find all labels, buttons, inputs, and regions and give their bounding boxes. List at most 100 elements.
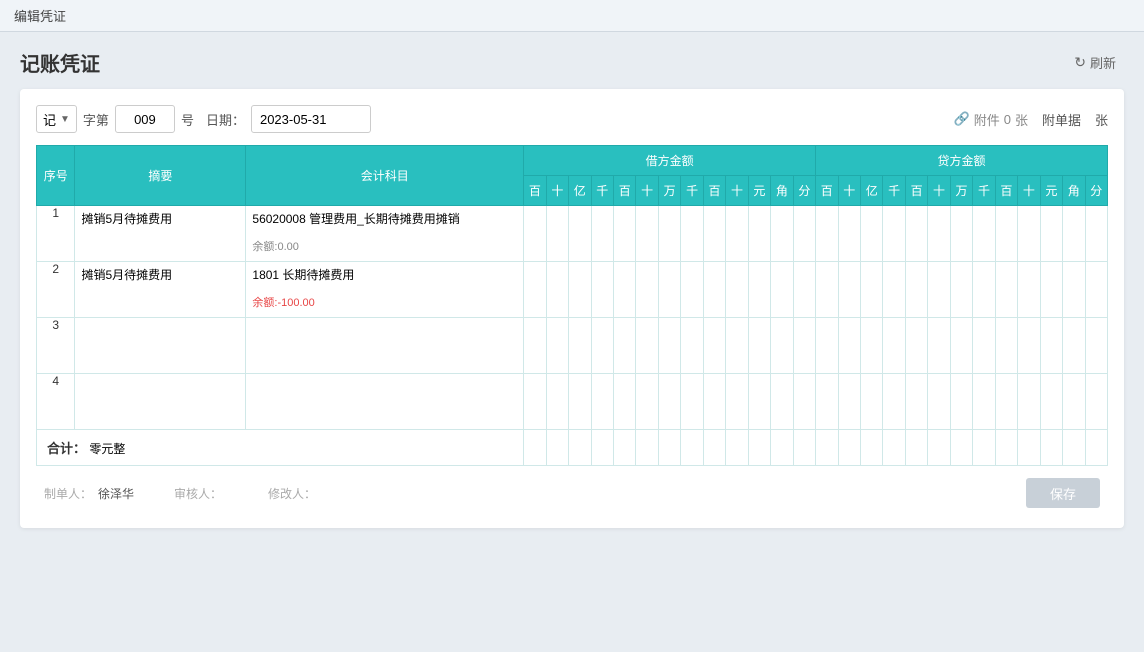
credit-digit-1-6[interactable]	[950, 262, 972, 318]
credit-digit-1-5[interactable]	[928, 262, 950, 318]
debit-digit-3-9[interactable]	[726, 374, 748, 430]
debit-digit-1-0[interactable]	[524, 262, 546, 318]
date-input[interactable]	[251, 105, 371, 133]
debit-digit-0-11[interactable]	[771, 206, 793, 262]
debit-digit-3-2[interactable]	[569, 374, 591, 430]
debit-digit-2-7[interactable]	[681, 318, 703, 374]
debit-digit-1-6[interactable]	[658, 262, 680, 318]
account-cell-0[interactable]: 56020008 管理费用_长期待摊费用摊销余额:0.00	[246, 206, 524, 262]
credit-digit-1-2[interactable]	[860, 262, 882, 318]
debit-digit-1-2[interactable]	[569, 262, 591, 318]
credit-digit-2-5[interactable]	[928, 318, 950, 374]
ji-select[interactable]: 记 ▼	[36, 105, 77, 133]
account-cell-1[interactable]: 1801 长期待摊费用余额:-100.00	[246, 262, 524, 318]
debit-digit-0-5[interactable]	[636, 206, 658, 262]
credit-digit-1-10[interactable]	[1040, 262, 1062, 318]
debit-digit-1-5[interactable]	[636, 262, 658, 318]
credit-digit-3-10[interactable]	[1040, 374, 1062, 430]
account-cell-2[interactable]	[246, 318, 524, 374]
credit-digit-2-7[interactable]	[973, 318, 995, 374]
credit-digit-3-12[interactable]	[1085, 374, 1108, 430]
debit-digit-1-8[interactable]	[703, 262, 725, 318]
credit-digit-3-7[interactable]	[973, 374, 995, 430]
debit-digit-3-12[interactable]	[793, 374, 815, 430]
debit-digit-0-12[interactable]	[793, 206, 815, 262]
debit-digit-1-3[interactable]	[591, 262, 613, 318]
debit-digit-3-10[interactable]	[748, 374, 770, 430]
attachment-link[interactable]: 🔗 附件 0 张	[954, 110, 1028, 129]
debit-digit-0-9[interactable]	[726, 206, 748, 262]
credit-digit-3-3[interactable]	[883, 374, 905, 430]
debit-digit-0-4[interactable]	[613, 206, 635, 262]
debit-digit-0-6[interactable]	[658, 206, 680, 262]
credit-digit-3-6[interactable]	[950, 374, 972, 430]
debit-digit-0-0[interactable]	[524, 206, 546, 262]
summary-cell-3[interactable]	[75, 374, 246, 430]
debit-digit-0-8[interactable]	[703, 206, 725, 262]
summary-cell-1[interactable]: 摊销5月待摊费用	[75, 262, 246, 318]
debit-digit-3-3[interactable]	[591, 374, 613, 430]
credit-digit-0-1[interactable]	[838, 206, 860, 262]
debit-digit-0-7[interactable]	[681, 206, 703, 262]
credit-digit-2-12[interactable]	[1085, 318, 1108, 374]
credit-digit-0-2[interactable]	[860, 206, 882, 262]
credit-digit-3-1[interactable]	[838, 374, 860, 430]
credit-digit-1-12[interactable]	[1085, 262, 1108, 318]
credit-digit-1-3[interactable]	[883, 262, 905, 318]
debit-digit-2-1[interactable]	[546, 318, 568, 374]
account-cell-3[interactable]	[246, 374, 524, 430]
debit-digit-3-11[interactable]	[771, 374, 793, 430]
credit-digit-1-7[interactable]	[973, 262, 995, 318]
debit-digit-2-3[interactable]	[591, 318, 613, 374]
credit-digit-2-10[interactable]	[1040, 318, 1062, 374]
credit-digit-0-12[interactable]	[1085, 206, 1108, 262]
debit-digit-0-3[interactable]	[591, 206, 613, 262]
credit-digit-0-8[interactable]	[995, 206, 1017, 262]
credit-digit-2-2[interactable]	[860, 318, 882, 374]
debit-digit-3-0[interactable]	[524, 374, 546, 430]
debit-digit-1-1[interactable]	[546, 262, 568, 318]
credit-digit-2-8[interactable]	[995, 318, 1017, 374]
debit-digit-2-10[interactable]	[748, 318, 770, 374]
debit-digit-2-2[interactable]	[569, 318, 591, 374]
credit-digit-0-6[interactable]	[950, 206, 972, 262]
debit-digit-3-8[interactable]	[703, 374, 725, 430]
credit-digit-0-10[interactable]	[1040, 206, 1062, 262]
debit-digit-2-11[interactable]	[771, 318, 793, 374]
credit-digit-2-11[interactable]	[1063, 318, 1085, 374]
credit-digit-2-0[interactable]	[816, 318, 838, 374]
credit-digit-3-5[interactable]	[928, 374, 950, 430]
debit-digit-3-7[interactable]	[681, 374, 703, 430]
debit-digit-2-12[interactable]	[793, 318, 815, 374]
credit-digit-3-8[interactable]	[995, 374, 1017, 430]
credit-digit-3-11[interactable]	[1063, 374, 1085, 430]
credit-digit-3-0[interactable]	[816, 374, 838, 430]
credit-digit-1-11[interactable]	[1063, 262, 1085, 318]
debit-digit-1-12[interactable]	[793, 262, 815, 318]
credit-digit-1-9[interactable]	[1018, 262, 1040, 318]
summary-cell-0[interactable]: 摊销5月待摊费用	[75, 206, 246, 262]
credit-digit-0-4[interactable]	[905, 206, 927, 262]
credit-digit-2-4[interactable]	[905, 318, 927, 374]
debit-digit-3-6[interactable]	[658, 374, 680, 430]
credit-digit-0-11[interactable]	[1063, 206, 1085, 262]
debit-digit-1-10[interactable]	[748, 262, 770, 318]
debit-digit-1-4[interactable]	[613, 262, 635, 318]
debit-digit-1-9[interactable]	[726, 262, 748, 318]
debit-digit-1-11[interactable]	[771, 262, 793, 318]
debit-digit-0-1[interactable]	[546, 206, 568, 262]
debit-digit-2-8[interactable]	[703, 318, 725, 374]
credit-digit-3-9[interactable]	[1018, 374, 1040, 430]
zi-input[interactable]	[115, 105, 175, 133]
debit-digit-3-4[interactable]	[613, 374, 635, 430]
refresh-button[interactable]: ↻ 刷新	[1066, 49, 1124, 76]
credit-digit-3-2[interactable]	[860, 374, 882, 430]
credit-digit-0-7[interactable]	[973, 206, 995, 262]
credit-digit-0-9[interactable]	[1018, 206, 1040, 262]
credit-digit-1-1[interactable]	[838, 262, 860, 318]
credit-digit-0-5[interactable]	[928, 206, 950, 262]
credit-digit-2-9[interactable]	[1018, 318, 1040, 374]
debit-digit-3-5[interactable]	[636, 374, 658, 430]
debit-digit-0-10[interactable]	[748, 206, 770, 262]
debit-digit-0-2[interactable]	[569, 206, 591, 262]
